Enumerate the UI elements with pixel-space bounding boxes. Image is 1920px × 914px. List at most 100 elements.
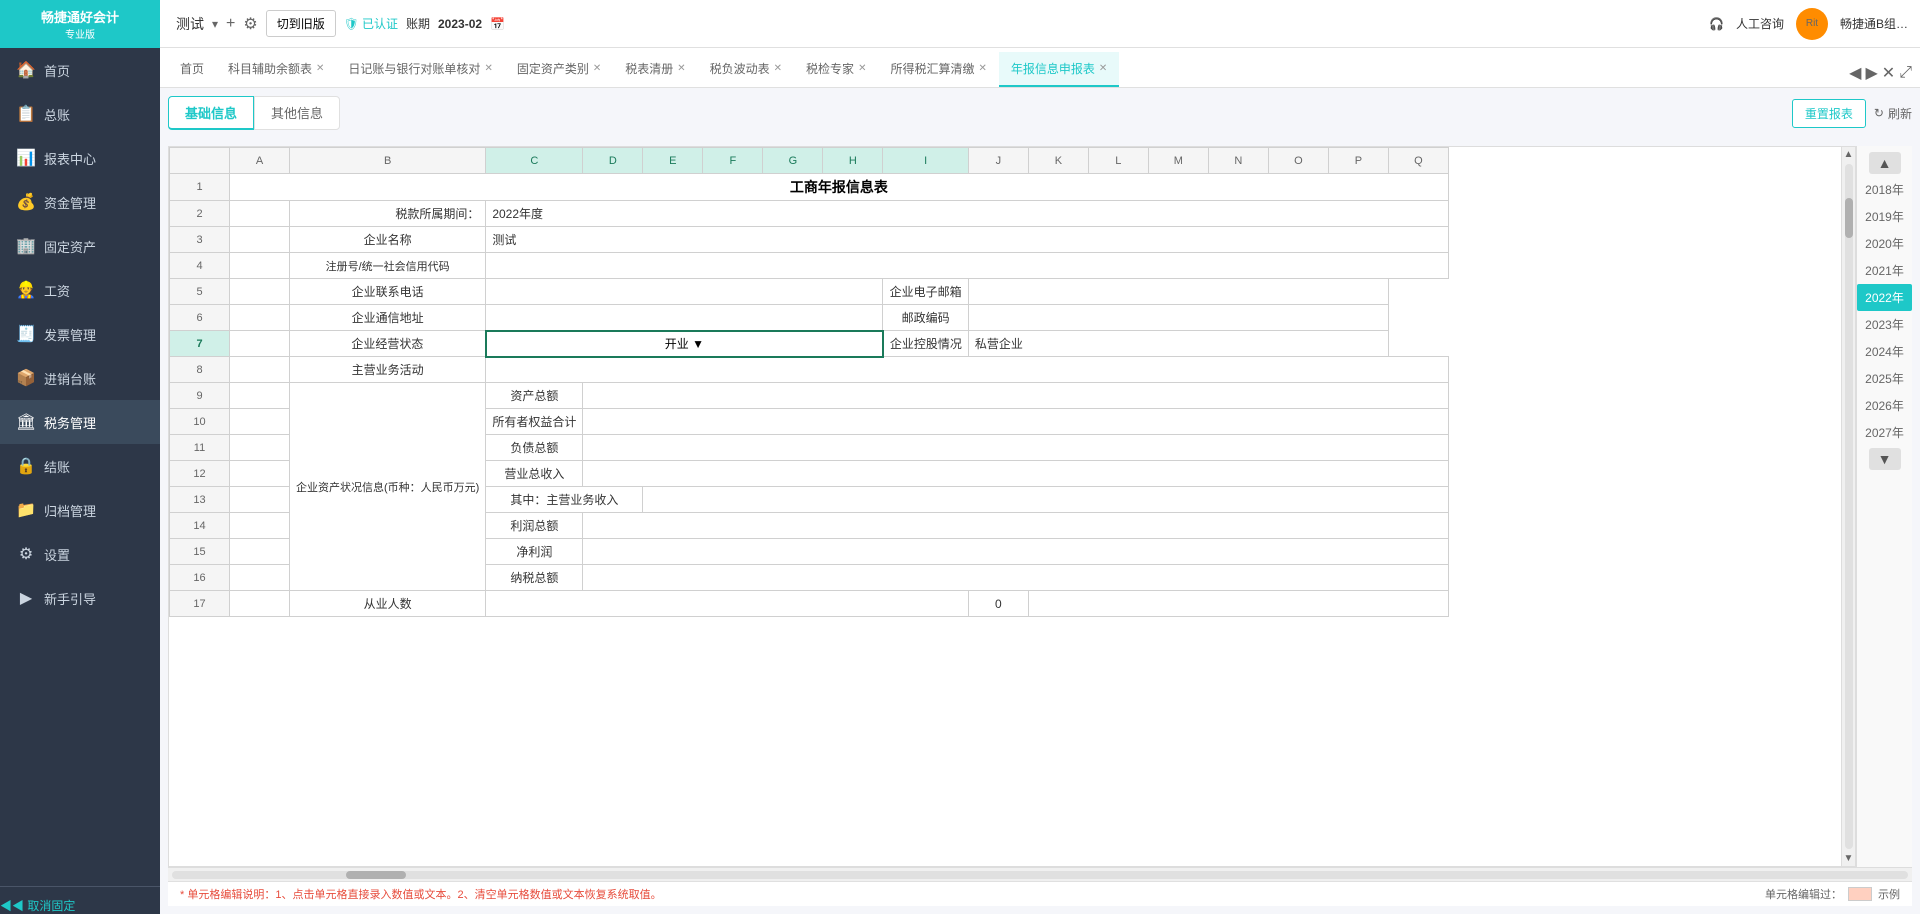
reset-report-button[interactable]: 重置报表 [1792,99,1866,128]
tab-tax-expert[interactable]: 税检专家 ✕ [794,52,878,87]
cancel-fixed-button[interactable]: ◀◀ 取消固定 [0,886,160,914]
sidebar-item-assets[interactable]: 🏢 固定资产 [0,224,160,268]
tab-tax-forms[interactable]: 税表清册 ✕ [613,52,697,87]
h-scroll-thumb[interactable] [346,871,406,879]
cell-5-A[interactable] [230,279,290,305]
tab-next-icon[interactable]: ▶ [1865,63,1877,83]
horizontal-scrollbar[interactable] [168,867,1912,881]
col-header-O[interactable]: O [1268,148,1328,174]
col-header-A[interactable]: A [230,148,290,174]
sidebar-item-archive[interactable]: 📁 归档管理 [0,488,160,532]
cell-7-A[interactable] [230,331,290,357]
sidebar-item-purchase-sales[interactable]: 📦 进销台账 [0,356,160,400]
year-item-2027[interactable]: 2027年 [1857,419,1912,446]
col-header-B[interactable]: B [290,148,486,174]
year-item-2020[interactable]: 2020年 [1857,230,1912,257]
cell-15-D[interactable] [583,539,1449,565]
cell-2-A[interactable] [230,201,290,227]
tab-tax-expert-close[interactable]: ✕ [858,63,866,74]
user-label[interactable]: 畅捷通B组… [1840,15,1908,32]
col-header-F[interactable]: F [703,148,763,174]
tab-tax-burden[interactable]: 税负波动表 ✕ [698,52,794,87]
cell-13-E[interactable] [643,487,1449,513]
year-scroll-up-button[interactable]: ▲ [1869,152,1901,174]
cell-6-C[interactable] [486,305,883,331]
cell-5-C[interactable] [486,279,883,305]
sidebar-item-tax[interactable]: 🏛 税务管理 [0,400,160,444]
chevron-down-icon[interactable]: ▾ [212,17,218,31]
col-header-I[interactable]: I [883,148,969,174]
tab-annual-report-close[interactable]: ✕ [1099,63,1107,74]
cell-3-C[interactable]: 测试 [486,227,1449,253]
cell-7-K[interactable]: 私营企业 [968,331,1388,357]
cell-3-A[interactable] [230,227,290,253]
switch-old-button[interactable]: 切到旧版 [266,10,336,37]
sidebar-item-ledger[interactable]: 📋 总账 [0,92,160,136]
settings-icon[interactable]: ⚙ [243,14,257,34]
cell-title[interactable]: 工商年报信息表 [230,174,1449,201]
col-header-G[interactable]: G [763,148,823,174]
col-header-E[interactable]: E [643,148,703,174]
cell-9-D[interactable] [583,383,1449,409]
year-item-2021[interactable]: 2021年 [1857,257,1912,284]
col-header-M[interactable]: M [1148,148,1208,174]
col-header-L[interactable]: L [1088,148,1148,174]
sidebar-item-finance[interactable]: 💰 资金管理 [0,180,160,224]
tab-fixed-assets[interactable]: 固定资产类别 ✕ [505,52,613,87]
tab-fixed-assets-close[interactable]: ✕ [593,63,601,74]
calendar-icon[interactable]: 📅 [490,17,505,31]
cell-11-D[interactable] [583,435,1449,461]
refresh-button[interactable]: ↻ 刷新 [1874,105,1912,122]
sub-tab-basic[interactable]: 基础信息 [168,96,254,130]
tab-account-aux[interactable]: 科目辅助余额表 ✕ [216,52,336,87]
cell-17-A[interactable] [230,591,290,617]
cell-10-A[interactable] [230,409,290,435]
year-item-2026[interactable]: 2026年 [1857,392,1912,419]
cell-16-A[interactable] [230,565,290,591]
cell-14-A[interactable] [230,513,290,539]
cell-10-D[interactable] [583,409,1449,435]
cell-15-A[interactable] [230,539,290,565]
v-scroll-track[interactable] [1845,164,1853,849]
scroll-up-icon[interactable]: ▲ [1842,147,1856,162]
sheet-main[interactable]: A B C D E F G H I J [169,147,1841,866]
tab-income-tax[interactable]: 所得税汇算清缴 ✕ [878,52,998,87]
cell-17-K[interactable] [1028,591,1448,617]
sidebar-item-settings[interactable]: ⚙ 设置 [0,532,160,576]
cell-8-C[interactable] [486,357,1449,383]
cell-11-A[interactable] [230,435,290,461]
cell-13-A[interactable] [230,487,290,513]
cell-9-A[interactable] [230,383,290,409]
tab-account-aux-close[interactable]: ✕ [316,63,324,74]
year-item-2018[interactable]: 2018年 [1857,176,1912,203]
cell-6-A[interactable] [230,305,290,331]
col-header-K[interactable]: K [1028,148,1088,174]
year-item-2023[interactable]: 2023年 [1857,311,1912,338]
avatar[interactable]: Rit [1796,8,1828,40]
year-item-2024[interactable]: 2024年 [1857,338,1912,365]
cell-8-A[interactable] [230,357,290,383]
sidebar-item-home[interactable]: 🏠 首页 [0,48,160,92]
col-header-C[interactable]: C [486,148,583,174]
cell-7-C-dropdown[interactable]: 开业 ▼ [486,331,883,357]
tab-journal[interactable]: 日记账与银行对账单核对 ✕ [336,52,504,87]
tab-annual-report[interactable]: 年报信息申报表 ✕ [999,52,1119,87]
cell-4-C[interactable] [486,253,1449,279]
year-item-2019[interactable]: 2019年 [1857,203,1912,230]
add-icon[interactable]: + [226,15,235,33]
tab-tax-forms-close[interactable]: ✕ [677,63,685,74]
tab-tax-burden-close[interactable]: ✕ [774,63,782,74]
v-scroll-thumb[interactable] [1845,198,1853,238]
sidebar-item-guide[interactable]: ▶ 新手引导 [0,576,160,620]
tab-close-all-icon[interactable]: ✕ [1882,63,1895,83]
sidebar-item-invoice[interactable]: 🧾 发票管理 [0,312,160,356]
sidebar-item-close[interactable]: 🔒 结账 [0,444,160,488]
col-header-P[interactable]: P [1328,148,1388,174]
col-header-Q[interactable]: Q [1388,148,1448,174]
cell-12-A[interactable] [230,461,290,487]
cell-14-D[interactable] [583,513,1449,539]
scroll-down-icon[interactable]: ▼ [1842,851,1856,866]
sidebar-item-payroll[interactable]: 👷 工资 [0,268,160,312]
col-header-H[interactable]: H [823,148,883,174]
cell-12-D[interactable] [583,461,1449,487]
